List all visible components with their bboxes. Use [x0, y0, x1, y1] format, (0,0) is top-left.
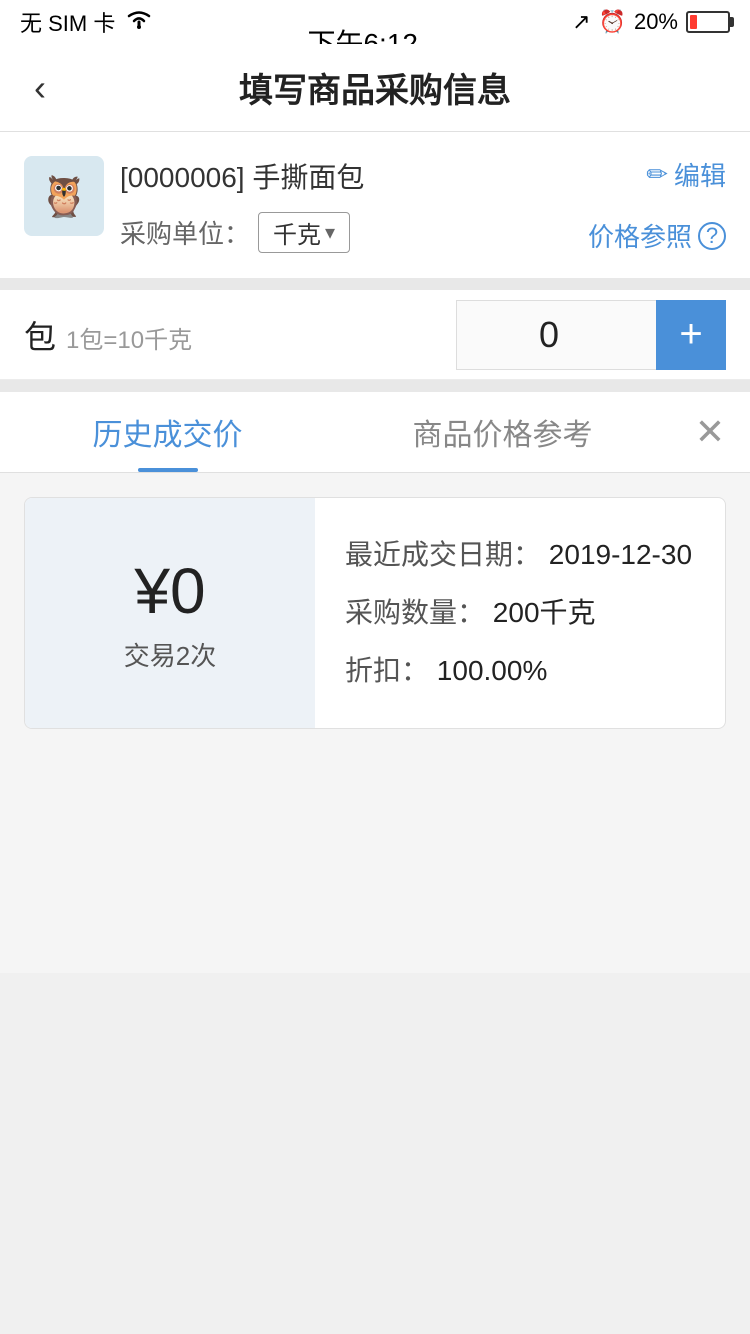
product-image: 🦉 — [24, 156, 104, 236]
tab-product-price[interactable]: 商品价格参考 — [335, 392, 670, 472]
currency-symbol: ¥ — [134, 555, 170, 627]
wifi-icon — [125, 8, 153, 36]
discount-value: 100.00% — [437, 655, 548, 686]
carrier-label: 无 SIM 卡 — [20, 6, 115, 38]
product-left: 🦉 [0000006] 手撕面包 采购单位： 千克 ▾ — [24, 156, 364, 253]
tab-history-label: 历史成交价 — [93, 410, 243, 454]
close-icon: ✕ — [695, 411, 725, 453]
edit-button[interactable]: ✏ 编辑 — [646, 156, 726, 193]
purchase-qty-value: 200千克 — [493, 597, 596, 628]
divider-2 — [0, 380, 750, 392]
battery-icon — [686, 11, 730, 33]
purchase-qty-label: 采购数量： — [345, 597, 485, 628]
tab-bar: 历史成交价 商品价格参考 ✕ — [0, 392, 750, 473]
edit-icon: ✏ — [646, 159, 668, 190]
amount-value: 0 — [170, 555, 206, 627]
question-icon: ? — [698, 222, 726, 250]
battery-percent: 20% — [634, 9, 678, 35]
location-icon: ↗ — [572, 9, 590, 35]
price-ref-button[interactable]: 价格参照 ? — [588, 217, 726, 254]
price-right-panel: 最近成交日期： 2019-12-30 采购数量： 200千克 折扣： 100.0… — [315, 498, 725, 728]
back-button[interactable]: ‹ — [24, 57, 56, 119]
product-info: [0000006] 手撕面包 采购单位： 千克 ▾ — [120, 156, 364, 253]
status-bar: 无 SIM 卡 下午6:12 ↗ ⏰ 20% — [0, 0, 750, 44]
quantity-input-group: + — [456, 300, 726, 370]
product-id: [0000006] — [120, 162, 245, 193]
tab-close-button[interactable]: ✕ — [670, 411, 750, 453]
status-left: 无 SIM 卡 — [20, 6, 153, 38]
product-section: 🦉 [0000006] 手撕面包 采购单位： 千克 ▾ ✏ 编辑 — [0, 132, 750, 278]
quantity-row: 包 1包=10千克 + — [0, 290, 750, 380]
quantity-sub: 1包=10千克 — [66, 320, 192, 355]
quantity-input[interactable] — [456, 300, 656, 370]
quantity-unit: 包 — [24, 312, 56, 358]
price-card: ¥0 交易2次 最近成交日期： 2019-12-30 采购数量： 200千克 折… — [24, 497, 726, 729]
tab-product-label: 商品价格参考 — [413, 410, 593, 454]
tab-history-price[interactable]: 历史成交价 — [0, 392, 335, 472]
content-area: ¥0 交易2次 最近成交日期： 2019-12-30 采购数量： 200千克 折… — [0, 473, 750, 973]
purchase-qty-row: 采购数量： 200千克 — [345, 592, 695, 634]
discount-label: 折扣： — [345, 655, 429, 686]
unit-value: 千克 — [273, 215, 321, 250]
unit-dropdown-icon: ▾ — [325, 220, 335, 245]
alarm-icon: ⏰ — [599, 9, 626, 35]
status-right: ↗ ⏰ 20% — [572, 9, 730, 35]
page-title: 填写商品采购信息 — [239, 63, 511, 112]
product-header: 🦉 [0000006] 手撕面包 采购单位： 千克 ▾ ✏ 编辑 — [24, 156, 726, 254]
quantity-plus-button[interactable]: + — [656, 300, 726, 370]
price-transactions: 交易2次 — [124, 636, 216, 673]
product-name: [0000006] 手撕面包 — [120, 156, 364, 196]
product-logo-icon: 🦉 — [39, 173, 89, 220]
price-left-panel: ¥0 交易2次 — [25, 498, 315, 728]
recent-date-label: 最近成交日期： — [345, 539, 541, 570]
product-unit-row: 采购单位： 千克 ▾ — [120, 212, 364, 253]
recent-date-value: 2019-12-30 — [549, 539, 692, 570]
battery-fill — [690, 15, 697, 29]
unit-label: 采购单位： — [120, 214, 250, 251]
price-amount: ¥0 — [134, 554, 205, 628]
quantity-label: 包 1包=10千克 — [24, 312, 192, 358]
product-actions: ✏ 编辑 价格参照 ? — [588, 156, 726, 254]
discount-row: 折扣： 100.00% — [345, 650, 695, 692]
edit-label: 编辑 — [674, 156, 726, 193]
recent-date-row: 最近成交日期： 2019-12-30 — [345, 534, 695, 576]
product-title: 手撕面包 — [252, 162, 364, 193]
nav-bar: ‹ 填写商品采购信息 — [0, 44, 750, 132]
unit-badge[interactable]: 千克 ▾ — [258, 212, 350, 253]
price-ref-label: 价格参照 — [588, 217, 692, 254]
divider-1 — [0, 278, 750, 290]
